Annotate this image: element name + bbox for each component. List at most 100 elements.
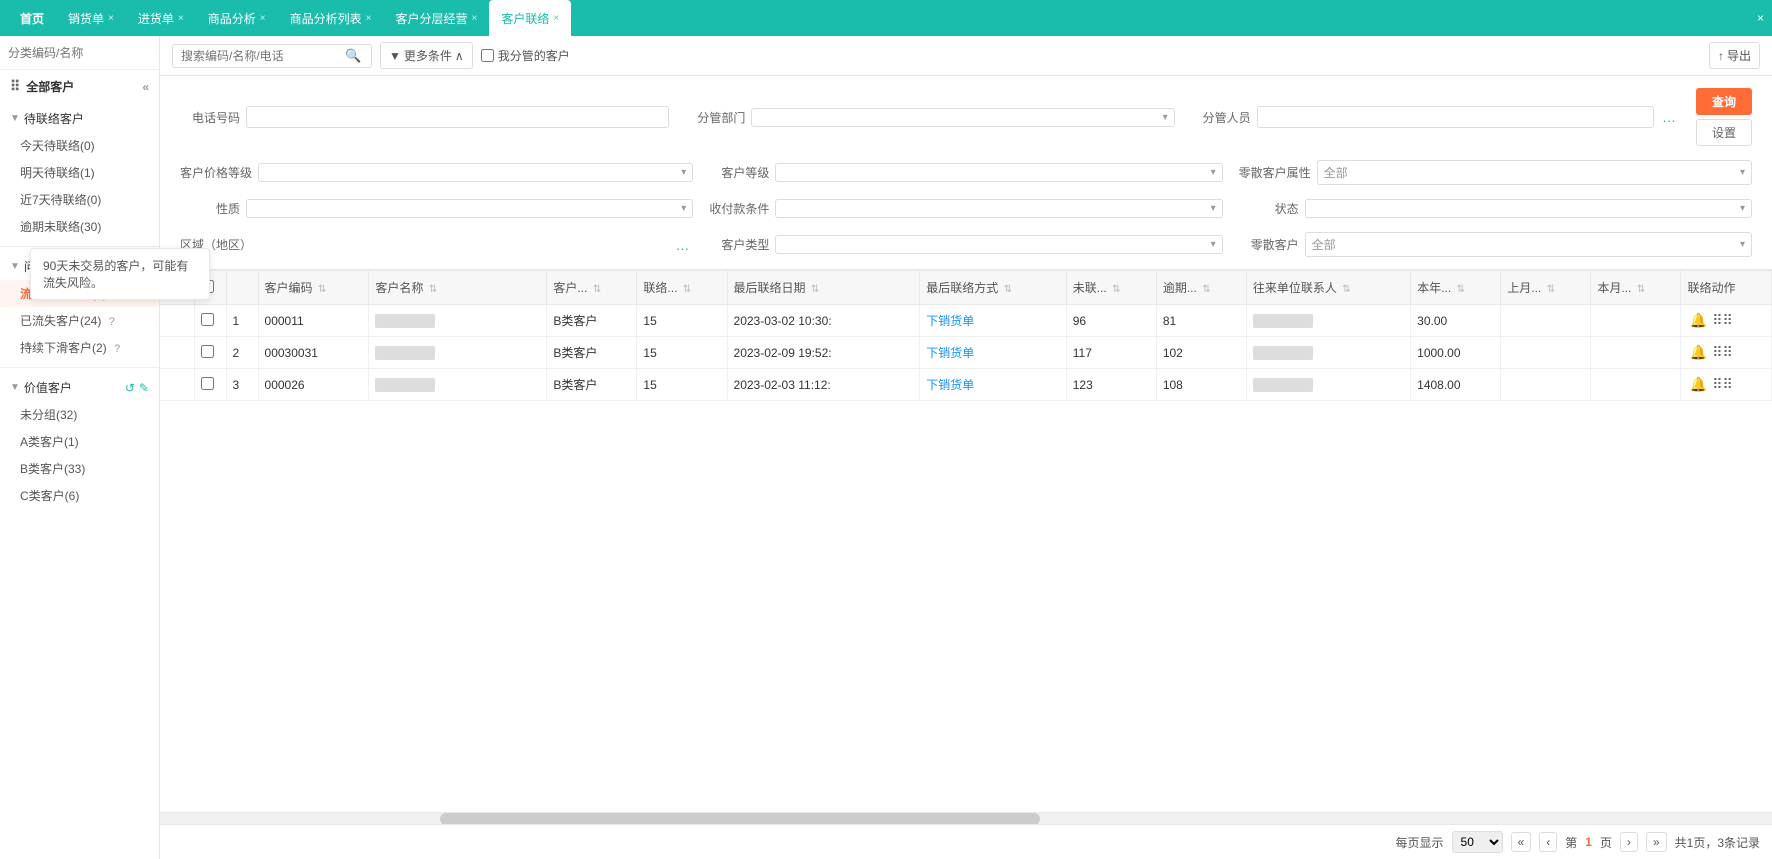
row-last-contact-method: 下销货单	[920, 369, 1066, 401]
last-page-button[interactable]: »	[1646, 832, 1667, 852]
filter-occasional-select[interactable]: 全部 ▾	[1305, 232, 1752, 257]
page-size-select[interactable]: 50 20 100	[1452, 831, 1503, 853]
filter-dept: 分管部门 ▾	[677, 104, 1182, 131]
next-page-button[interactable]: ›	[1620, 832, 1638, 852]
close-sales-icon[interactable]: ×	[108, 13, 114, 24]
sort-date-icon[interactable]: ⇅	[811, 284, 819, 295]
row-checkbox	[194, 337, 226, 369]
nav-tab-purchase[interactable]: 进货单 ×	[126, 0, 196, 36]
filter-customer-type-select[interactable]: ▾	[775, 235, 1222, 254]
filter-price-level-select[interactable]: ▾	[258, 163, 693, 182]
sidebar-section-header-pending[interactable]: ▼ 待联络客户	[0, 105, 159, 132]
row-seq: 1	[226, 305, 258, 337]
col-last-contact-method: 最后联络方式 ⇅	[920, 271, 1066, 305]
total-records-label: 共1页，3条记录	[1675, 834, 1760, 851]
sort-contact-icon[interactable]: ⇅	[683, 284, 691, 295]
nav-tab-customer-tier[interactable]: 客户分层经营 ×	[383, 0, 489, 36]
nav-tab-customer-link[interactable]: 客户联络 ×	[489, 0, 571, 36]
info-icon-declining: ?	[114, 343, 120, 355]
row-actions: 🔔 ⠿⠿	[1681, 337, 1772, 369]
sidebar-item-tomorrow[interactable]: 明天待联络(1)	[0, 159, 159, 186]
region-dots-button[interactable]: …	[671, 237, 693, 253]
sort-this-month-icon[interactable]: ⇅	[1637, 284, 1645, 295]
filter-dept-select[interactable]: ▾	[751, 108, 1174, 127]
close-all-button[interactable]: ×	[1757, 9, 1764, 27]
filter-nature-select[interactable]: ▾	[246, 199, 693, 218]
close-purchase-icon[interactable]: ×	[178, 13, 184, 24]
query-button[interactable]: 查询	[1696, 88, 1752, 115]
sort-overdue-icon[interactable]: ⇅	[1202, 284, 1210, 295]
sort-method-icon[interactable]: ⇅	[1004, 284, 1012, 295]
edit-icon[interactable]: ✎	[139, 381, 149, 395]
sidebar-item-a-class[interactable]: A类客户(1)	[0, 428, 159, 455]
refresh-icon[interactable]: ↺	[125, 381, 135, 395]
filter-manager-input[interactable]	[1257, 106, 1654, 128]
more-conditions-button[interactable]: ▼ 更多条件 ∧	[380, 42, 473, 69]
row-overdue: 102	[1156, 337, 1246, 369]
first-page-button[interactable]: «	[1511, 832, 1532, 852]
close-product-analysis-list-icon[interactable]: ×	[366, 13, 372, 24]
filter-customer-level-select[interactable]: ▾	[775, 163, 1222, 182]
chevron-down-icon: ∧	[455, 49, 464, 63]
contact-method-link[interactable]: 下销货单	[926, 346, 974, 360]
prev-page-button[interactable]: ‹	[1539, 832, 1557, 852]
col-code: 客户编码 ⇅	[258, 271, 369, 305]
sidebar-item-b-class[interactable]: B类客户(33)	[0, 455, 159, 482]
horizontal-scrollbar[interactable]	[160, 812, 1772, 824]
filter-customer-type: 客户类型 ▾	[701, 231, 1230, 258]
contact-method-link[interactable]: 下销货单	[926, 314, 974, 328]
sidebar-section-header-valued[interactable]: ▼ 价值客户 ↺ ✎	[0, 374, 159, 401]
close-customer-tier-icon[interactable]: ×	[471, 13, 477, 24]
row-name	[369, 337, 547, 369]
collapse-icon[interactable]: «	[142, 80, 149, 94]
nav-tab-sales[interactable]: 销货单 ×	[56, 0, 126, 36]
filter-occasional-attr-select[interactable]: 全部 ▾	[1317, 160, 1752, 185]
sort-code-icon[interactable]: ⇅	[318, 284, 326, 295]
sort-unit-contact-icon[interactable]: ⇅	[1342, 284, 1350, 295]
sort-last-month-icon[interactable]: ⇅	[1547, 284, 1555, 295]
action-more-icon[interactable]: ⠿⠿	[1712, 312, 1733, 328]
sort-type-icon[interactable]: ⇅	[593, 284, 601, 295]
close-customer-link-icon[interactable]: ×	[553, 13, 559, 24]
action-more-icon[interactable]: ⠿⠿	[1712, 376, 1733, 392]
my-customers-checkbox[interactable]	[481, 49, 494, 62]
search-input[interactable]	[181, 49, 341, 63]
setting-button[interactable]: 设置	[1696, 119, 1752, 146]
nav-tab-home[interactable]: 首页	[8, 0, 56, 36]
action-contact-icon[interactable]: 🔔	[1689, 376, 1706, 392]
my-customers-checkbox-label[interactable]: 我分管的客户	[481, 47, 570, 64]
sidebar-item-churned[interactable]: 已流失客户(24) ?	[0, 307, 159, 334]
sort-this-year-icon[interactable]: ⇅	[1457, 284, 1465, 295]
nav-tab-product-analysis-list[interactable]: 商品分析列表 ×	[278, 0, 384, 36]
nav-tab-product-analysis[interactable]: 商品分析 ×	[196, 0, 278, 36]
sidebar-section-pending: ▼ 待联络客户 今天待联络(0) 明天待联络(1) 近7天待联络(0) 逾期未联…	[0, 103, 159, 242]
col-contact: 联络... ⇅	[637, 271, 727, 305]
sidebar-item-today[interactable]: 今天待联络(0)	[0, 132, 159, 159]
filter-phone-input[interactable]	[246, 106, 669, 128]
sort-name-icon[interactable]: ⇅	[429, 284, 437, 295]
action-more-icon[interactable]: ⠿⠿	[1712, 344, 1733, 360]
export-button[interactable]: ↑ 导出	[1709, 42, 1760, 69]
filter-status-select[interactable]: ▾	[1305, 199, 1752, 218]
sidebar-item-declining[interactable]: 持续下滑客户(2) ?	[0, 334, 159, 361]
sidebar-item-c-class[interactable]: C类客户(6)	[0, 482, 159, 509]
row-actions: 🔔 ⠿⠿	[1681, 305, 1772, 337]
action-contact-icon[interactable]: 🔔	[1689, 312, 1706, 328]
row-checkbox-input[interactable]	[201, 313, 214, 326]
sidebar-item-week[interactable]: 近7天待联络(0)	[0, 186, 159, 213]
close-product-analysis-icon[interactable]: ×	[260, 13, 266, 24]
row-checkbox-input[interactable]	[201, 377, 214, 390]
sidebar-item-ungrouped[interactable]: 未分组(32)	[0, 401, 159, 428]
action-contact-icon[interactable]: 🔔	[1689, 344, 1706, 360]
toolbar-search-icon[interactable]: 🔍	[345, 48, 361, 64]
col-name: 客户名称 ⇅	[369, 271, 547, 305]
row-checkbox-input[interactable]	[201, 345, 214, 358]
sort-no-contact-icon[interactable]: ⇅	[1112, 284, 1120, 295]
manager-dots-button[interactable]: …	[1658, 109, 1680, 125]
filter-payment-select[interactable]: ▾	[775, 199, 1222, 218]
sidebar-item-overdue[interactable]: 逾期未联络(30)	[0, 213, 159, 240]
sidebar-search-input[interactable]	[8, 46, 160, 60]
row-type: B类客户	[547, 369, 637, 401]
sidebar-all-customers[interactable]: ⠿ 全部客户 «	[0, 70, 159, 103]
contact-method-link[interactable]: 下销货单	[926, 378, 974, 392]
